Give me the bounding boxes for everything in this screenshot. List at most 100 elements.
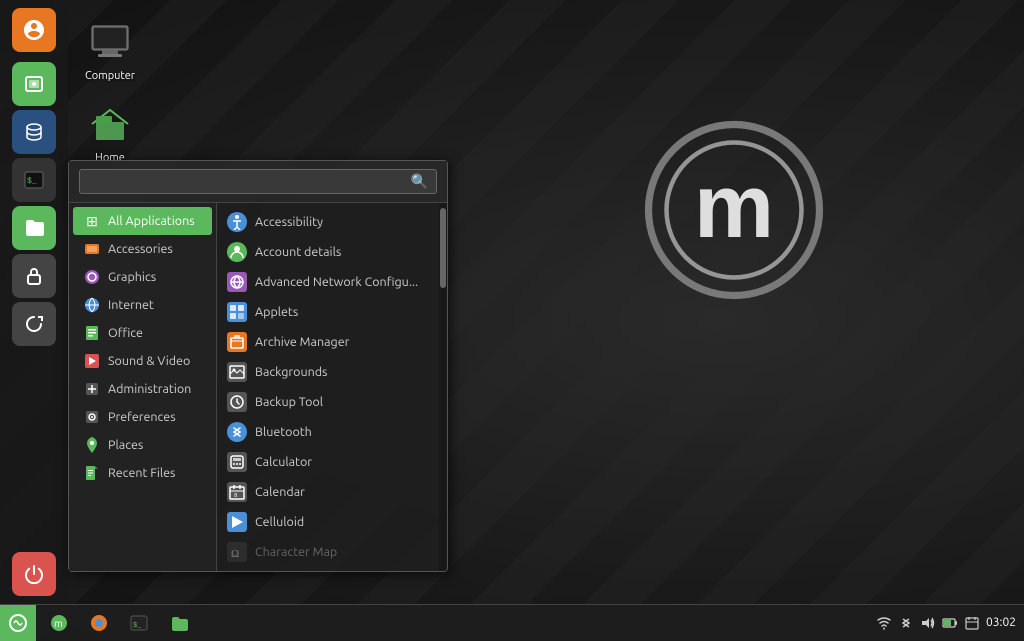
calendar-icon: 8: [227, 482, 247, 502]
backgrounds-icon: [227, 362, 247, 382]
computer-icon: [86, 18, 134, 66]
accessories-icon: [83, 240, 101, 258]
taskbar-start-button[interactable]: [0, 605, 36, 641]
office-icon: [83, 324, 101, 342]
app-character-map-label: Character Map: [255, 545, 337, 559]
category-internet[interactable]: Internet: [73, 291, 212, 319]
accessibility-icon: [227, 212, 247, 232]
desktop-icon-computer[interactable]: Computer: [70, 18, 150, 82]
app-applets-label: Applets: [255, 305, 298, 319]
internet-icon: [83, 296, 101, 314]
svg-text:$_: $_: [133, 622, 142, 630]
sidebar: $_: [0, 0, 68, 604]
account-details-icon: [227, 242, 247, 262]
search-icon: 🔍: [411, 173, 428, 190]
taskbar-files-icon[interactable]: [160, 609, 198, 637]
search-bar: 🔍: [69, 161, 447, 203]
category-places-label: Places: [108, 438, 143, 452]
category-all-apps[interactable]: ⊞ All Applications: [73, 207, 212, 235]
app-advanced-network[interactable]: Advanced Network Configu...: [217, 267, 439, 297]
calculator-icon: [227, 452, 247, 472]
scroll-thumb: [440, 208, 446, 288]
app-backgrounds[interactable]: Backgrounds: [217, 357, 439, 387]
svg-text:8: 8: [234, 492, 238, 499]
category-places[interactable]: Places: [73, 431, 212, 459]
tray-battery-icon[interactable]: [942, 615, 958, 631]
tray-calendar-icon[interactable]: [964, 615, 980, 631]
app-calculator-label: Calculator: [255, 455, 312, 469]
mint-logo: m: [644, 120, 824, 300]
scrollbar[interactable]: [439, 203, 447, 571]
sidebar-menu-button[interactable]: [12, 8, 56, 52]
search-input[interactable]: [88, 174, 411, 189]
taskbar: m $_: [0, 604, 1024, 640]
tray-network-icon[interactable]: [876, 615, 892, 631]
taskbar-mint-icon[interactable]: m: [40, 609, 78, 637]
app-account-details[interactable]: Account details: [217, 237, 439, 267]
category-administration-label: Administration: [108, 382, 191, 396]
category-recent-files[interactable]: Recent Files: [73, 459, 212, 487]
administration-icon: [83, 380, 101, 398]
category-recent-files-label: Recent Files: [108, 466, 175, 480]
app-applets[interactable]: Applets: [217, 297, 439, 327]
category-sound-video-label: Sound & Video: [108, 354, 190, 368]
tray-volume-icon[interactable]: [920, 615, 936, 631]
places-icon: [83, 436, 101, 454]
apps-panel: Accessibility Account details Advanced N…: [217, 203, 439, 571]
app-celluloid[interactable]: Celluloid: [217, 507, 439, 537]
all-apps-icon: ⊞: [83, 212, 101, 230]
category-office-label: Office: [108, 326, 143, 340]
app-advanced-network-label: Advanced Network Configu...: [255, 275, 418, 289]
menu-body: ⊞ All Applications Accessories Graphics: [69, 203, 447, 571]
app-account-details-label: Account details: [255, 245, 341, 259]
category-administration[interactable]: Administration: [73, 375, 212, 403]
category-sound-video[interactable]: Sound & Video: [73, 347, 212, 375]
archive-manager-icon: [227, 332, 247, 352]
app-archive-manager[interactable]: Archive Manager: [217, 327, 439, 357]
taskbar-firefox-icon[interactable]: [80, 609, 118, 637]
backup-tool-icon: [227, 392, 247, 412]
sidebar-lock-button[interactable]: [12, 254, 56, 298]
sidebar-power-button[interactable]: [12, 552, 56, 596]
category-preferences[interactable]: Preferences: [73, 403, 212, 431]
sidebar-mintstick-button[interactable]: [12, 62, 56, 106]
app-calculator[interactable]: Calculator: [217, 447, 439, 477]
app-archive-manager-label: Archive Manager: [255, 335, 349, 349]
app-accessibility[interactable]: Accessibility: [217, 207, 439, 237]
taskbar-tray: 03:02: [868, 615, 1024, 631]
category-office[interactable]: Office: [73, 319, 212, 347]
app-bluetooth[interactable]: Bluetooth: [217, 417, 439, 447]
app-character-map[interactable]: Ω Character Map: [217, 537, 439, 567]
sidebar-terminal-button[interactable]: $_: [12, 158, 56, 202]
recent-files-icon: [83, 464, 101, 482]
desktop-icon-home[interactable]: Home: [70, 100, 150, 164]
category-graphics[interactable]: Graphics: [73, 263, 212, 291]
svg-text:Ω: Ω: [231, 548, 239, 560]
app-bluetooth-label: Bluetooth: [255, 425, 312, 439]
category-internet-label: Internet: [108, 298, 154, 312]
app-calendar[interactable]: 8 Calendar: [217, 477, 439, 507]
app-backup-tool-label: Backup Tool: [255, 395, 323, 409]
app-menu: 🔍 ⊞ All Applications Accessories: [68, 160, 448, 572]
search-input-wrap[interactable]: 🔍: [79, 169, 437, 194]
svg-text:$_: $_: [27, 177, 37, 186]
celluloid-icon: [227, 512, 247, 532]
sidebar-sequeler-button[interactable]: [12, 110, 56, 154]
category-graphics-label: Graphics: [108, 270, 156, 284]
sidebar-update-button[interactable]: [12, 302, 56, 346]
applets-icon: [227, 302, 247, 322]
svg-text:m: m: [694, 157, 774, 257]
category-accessories-label: Accessories: [108, 242, 173, 256]
advanced-network-icon: [227, 272, 247, 292]
taskbar-terminal-icon[interactable]: $_: [120, 609, 158, 637]
home-folder-icon: [86, 100, 134, 148]
taskbar-items: m $_: [36, 609, 868, 637]
tray-bluetooth-icon[interactable]: [898, 615, 914, 631]
category-accessories[interactable]: Accessories: [73, 235, 212, 263]
graphics-icon: [83, 268, 101, 286]
app-backup-tool[interactable]: Backup Tool: [217, 387, 439, 417]
sidebar-files-button[interactable]: [12, 206, 56, 250]
app-accessibility-label: Accessibility: [255, 215, 323, 229]
category-preferences-label: Preferences: [108, 410, 176, 424]
app-celluloid-label: Celluloid: [255, 515, 304, 529]
